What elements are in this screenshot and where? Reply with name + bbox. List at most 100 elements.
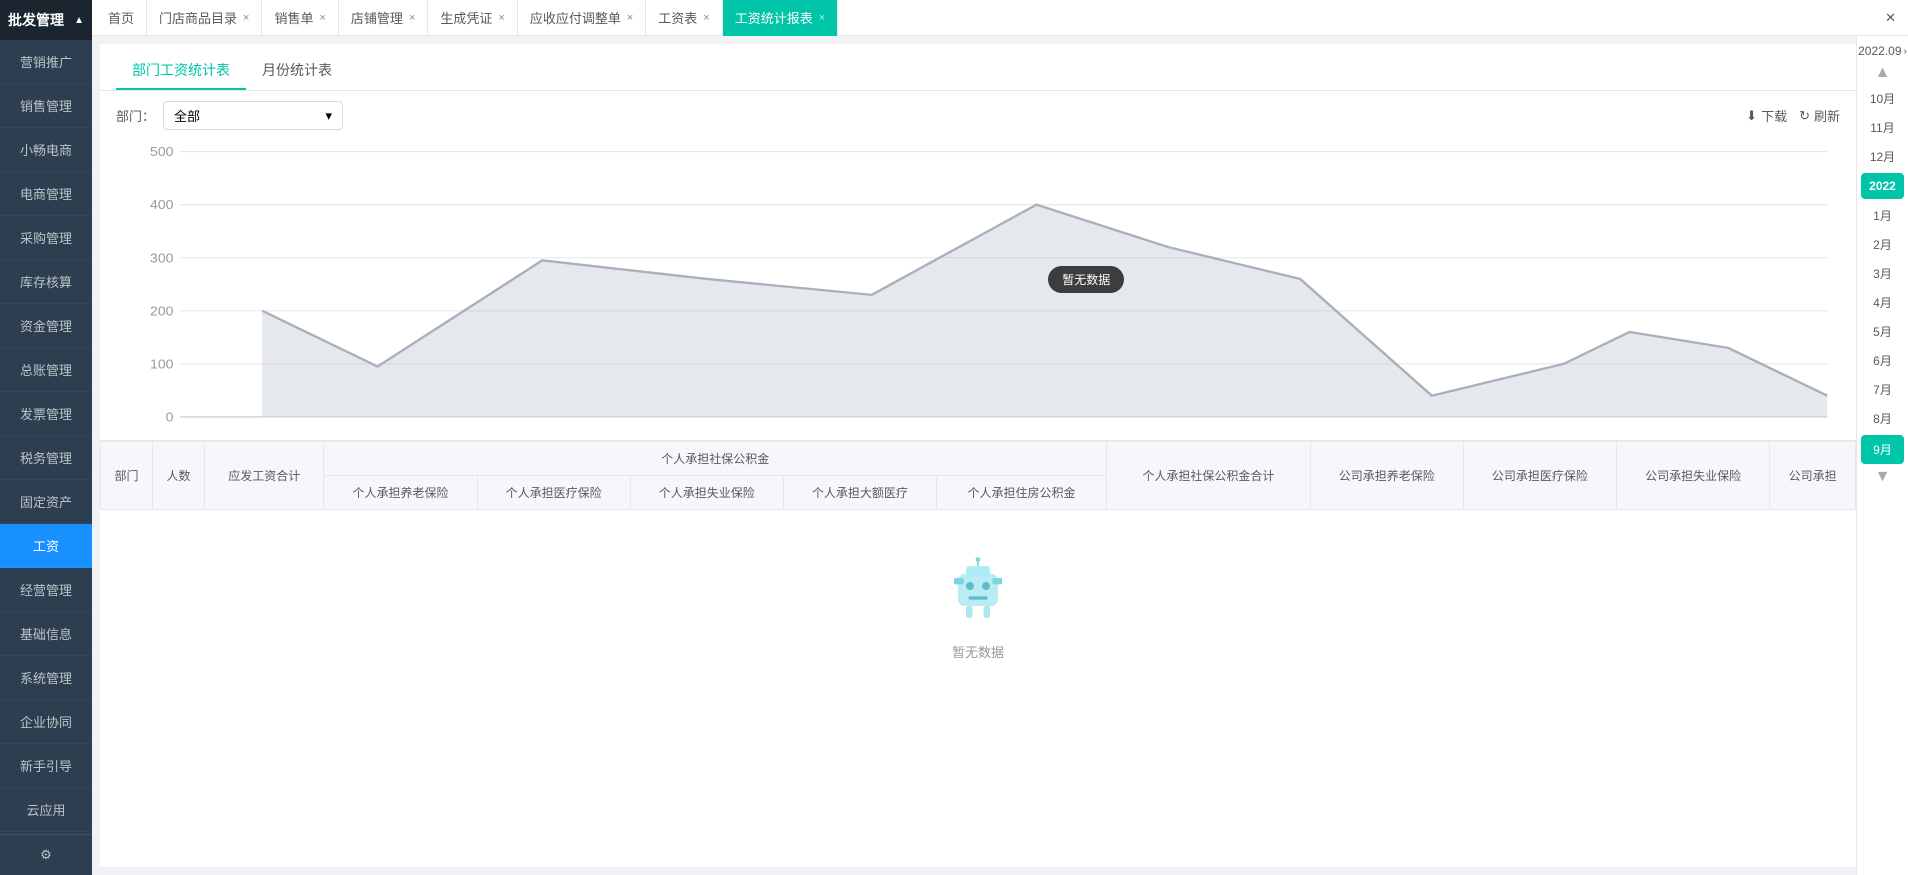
sub-tab-dept-stats[interactable]: 部门工资统计表 (116, 52, 246, 90)
date-item-6[interactable]: 3月 (1857, 259, 1908, 288)
tab-close-product[interactable]: × (243, 12, 249, 24)
close-all-icon: ✕ (1885, 10, 1896, 26)
th-row2-4: 个人承担住房公积金 (937, 476, 1107, 510)
dept-select-value: 全部 (174, 106, 200, 125)
tab-close-salary-table[interactable]: × (703, 12, 709, 24)
th-row2-0: 个人承担养老保险 (324, 476, 477, 510)
tab-close-payable[interactable]: × (627, 12, 633, 24)
sidebar-item-finance[interactable]: 资金管理 (0, 304, 92, 348)
toolbar-right: ⬇ 下载 ↻ 刷新 (1746, 106, 1840, 125)
date-item-10[interactable]: 7月 (1857, 375, 1908, 404)
sidebar: 批发管理 ▲ 营销推广销售管理小畅电商电商管理采购管理库存核算资金管理总账管理发… (0, 0, 92, 875)
th-row1-8: 公司承担 (1770, 442, 1856, 510)
data-table: 部门人数应发工资合计个人承担社保公积金个人承担社保公积金合计公司承担养老保险公司… (100, 441, 1856, 701)
tab-items: 首页门店商品目录×销售单×店铺管理×生成凭证×应收应付调整单×工资表×工资统计报… (96, 0, 1877, 36)
sidebar-arrow-icon: ▲ (74, 15, 84, 26)
svg-text:100: 100 (150, 357, 173, 371)
dept-select[interactable]: 全部 ▾ (163, 101, 343, 130)
chart-area: 0100200300400500 暂无数据 (100, 140, 1856, 440)
sidebar-item-invoice[interactable]: 发票管理 (0, 392, 92, 436)
th-row1-1: 人数 (153, 442, 205, 510)
tab-close-salary-report[interactable]: × (819, 12, 825, 24)
sidebar-items: 营销推广销售管理小畅电商电商管理采购管理库存核算资金管理总账管理发票管理税务管理… (0, 40, 92, 832)
date-item-8[interactable]: 5月 (1857, 317, 1908, 346)
sidebar-item-sales[interactable]: 销售管理 (0, 84, 92, 128)
no-data-text: 暂无数据 (1062, 273, 1110, 287)
tab-salary-table[interactable]: 工资表 × (646, 0, 722, 36)
sidebar-item-inventory[interactable]: 库存核算 (0, 260, 92, 304)
tab-close-voucher[interactable]: × (498, 12, 504, 24)
sidebar-item-assets[interactable]: 固定资产 (0, 480, 92, 524)
date-item-12[interactable]: 9月 (1861, 435, 1904, 464)
tab-home[interactable]: 首页 (96, 0, 147, 36)
sidebar-item-purchase[interactable]: 采购管理 (0, 216, 92, 260)
date-item-7[interactable]: 4月 (1857, 288, 1908, 317)
date-item-0[interactable]: 10月 (1857, 84, 1908, 113)
tab-label-sales-order: 销售单 (274, 8, 313, 27)
sidebar-item-enterprise[interactable]: 企业协同 (0, 700, 92, 744)
chart-no-data-tooltip: 暂无数据 (1048, 266, 1124, 293)
sidebar-settings[interactable]: ⚙ (0, 834, 92, 875)
tab-payable[interactable]: 应收应付调整单 × (518, 0, 646, 36)
tab-bar: 首页门店商品目录×销售单×店铺管理×生成凭证×应收应付调整单×工资表×工资统计报… (92, 0, 1908, 36)
svg-text:0: 0 (166, 410, 174, 424)
tab-label-salary-table: 工资表 (658, 8, 697, 27)
th-row1-0: 部门 (101, 442, 153, 510)
svg-text:400: 400 (150, 198, 173, 212)
svg-text:300: 300 (150, 251, 173, 265)
th-row2-2: 个人承担失业保险 (630, 476, 783, 510)
sidebar-item-operations[interactable]: 经营管理 (0, 568, 92, 612)
sidebar-item-salary[interactable]: 工资 (0, 524, 92, 568)
date-nav-up[interactable]: ▲ (1873, 62, 1893, 84)
refresh-icon: ↻ (1799, 108, 1810, 124)
date-item-1[interactable]: 11月 (1857, 113, 1908, 142)
date-panel-header[interactable]: 2022.09 › (1858, 40, 1907, 62)
date-item-5[interactable]: 2月 (1857, 230, 1908, 259)
toolbar-left: 部门： 全部 ▾ (116, 101, 343, 130)
date-item-3[interactable]: 2022 (1861, 173, 1904, 199)
tab-close-all[interactable]: ✕ (1877, 10, 1904, 26)
tab-salary-report[interactable]: 工资统计报表 × (723, 0, 838, 36)
date-item-11[interactable]: 8月 (1857, 404, 1908, 433)
th-row2-1: 个人承担医疗保险 (477, 476, 630, 510)
tab-store-mgmt[interactable]: 店铺管理× (339, 0, 428, 36)
svg-text:500: 500 (150, 145, 173, 159)
sidebar-item-guide[interactable]: 新手引导 (0, 744, 92, 788)
tab-close-store-mgmt[interactable]: × (409, 12, 415, 24)
dept-label: 部门： (116, 106, 155, 125)
tab-close-sales-order[interactable]: × (319, 12, 325, 24)
download-button[interactable]: ⬇ 下载 (1746, 106, 1787, 125)
tab-sales-order[interactable]: 销售单 × (262, 0, 338, 36)
tab-voucher[interactable]: 生成凭证 × (428, 0, 517, 36)
th-row2-3: 个人承担大额医疗 (783, 476, 936, 510)
content-area: 部门工资统计表月份统计表 部门： 全部 ▾ ⬇ 下载 ↻ (92, 36, 1908, 875)
date-item-9[interactable]: 6月 (1857, 346, 1908, 375)
date-panel-title: 2022.09 (1858, 44, 1901, 58)
date-item-4[interactable]: 1月 (1857, 201, 1908, 230)
sidebar-item-cloud[interactable]: 云应用 (0, 788, 92, 832)
tab-label-voucher: 生成凭证 (440, 8, 492, 27)
sidebar-item-tax[interactable]: 税务管理 (0, 436, 92, 480)
chevron-right-icon: › (1904, 46, 1907, 57)
sidebar-item-ledger[interactable]: 总账管理 (0, 348, 92, 392)
sidebar-item-marketing[interactable]: 营销推广 (0, 40, 92, 84)
sidebar-item-basic[interactable]: 基础信息 (0, 612, 92, 656)
settings-icon: ⚙ (40, 847, 52, 862)
download-label: 下载 (1761, 106, 1787, 125)
sidebar-item-ecommerce-small[interactable]: 小畅电商 (0, 128, 92, 172)
refresh-button[interactable]: ↻ 刷新 (1799, 106, 1840, 125)
date-items: 10月11月12月20221月2月3月4月5月6月7月8月9月 (1857, 84, 1908, 466)
tab-label-product: 门店商品目录 (159, 8, 237, 27)
table-empty-text: 暂无数据 (952, 642, 1004, 661)
tab-label-payable: 应收应付调整单 (530, 8, 621, 27)
sub-tab-month-stats[interactable]: 月份统计表 (246, 52, 348, 90)
date-nav-down[interactable]: ▼ (1873, 466, 1893, 488)
sidebar-item-ecommerce[interactable]: 电商管理 (0, 172, 92, 216)
tab-label-salary-report: 工资统计报表 (735, 8, 813, 27)
date-item-2[interactable]: 12月 (1857, 142, 1908, 171)
sidebar-item-system[interactable]: 系统管理 (0, 656, 92, 700)
tab-product[interactable]: 门店商品目录 × (147, 0, 262, 36)
sidebar-header[interactable]: 批发管理 ▲ (0, 0, 92, 40)
table-wrapper[interactable]: 部门人数应发工资合计个人承担社保公积金个人承担社保公积金合计公司承担养老保险公司… (100, 440, 1856, 867)
sub-tabs: 部门工资统计表月份统计表 (100, 44, 1856, 91)
